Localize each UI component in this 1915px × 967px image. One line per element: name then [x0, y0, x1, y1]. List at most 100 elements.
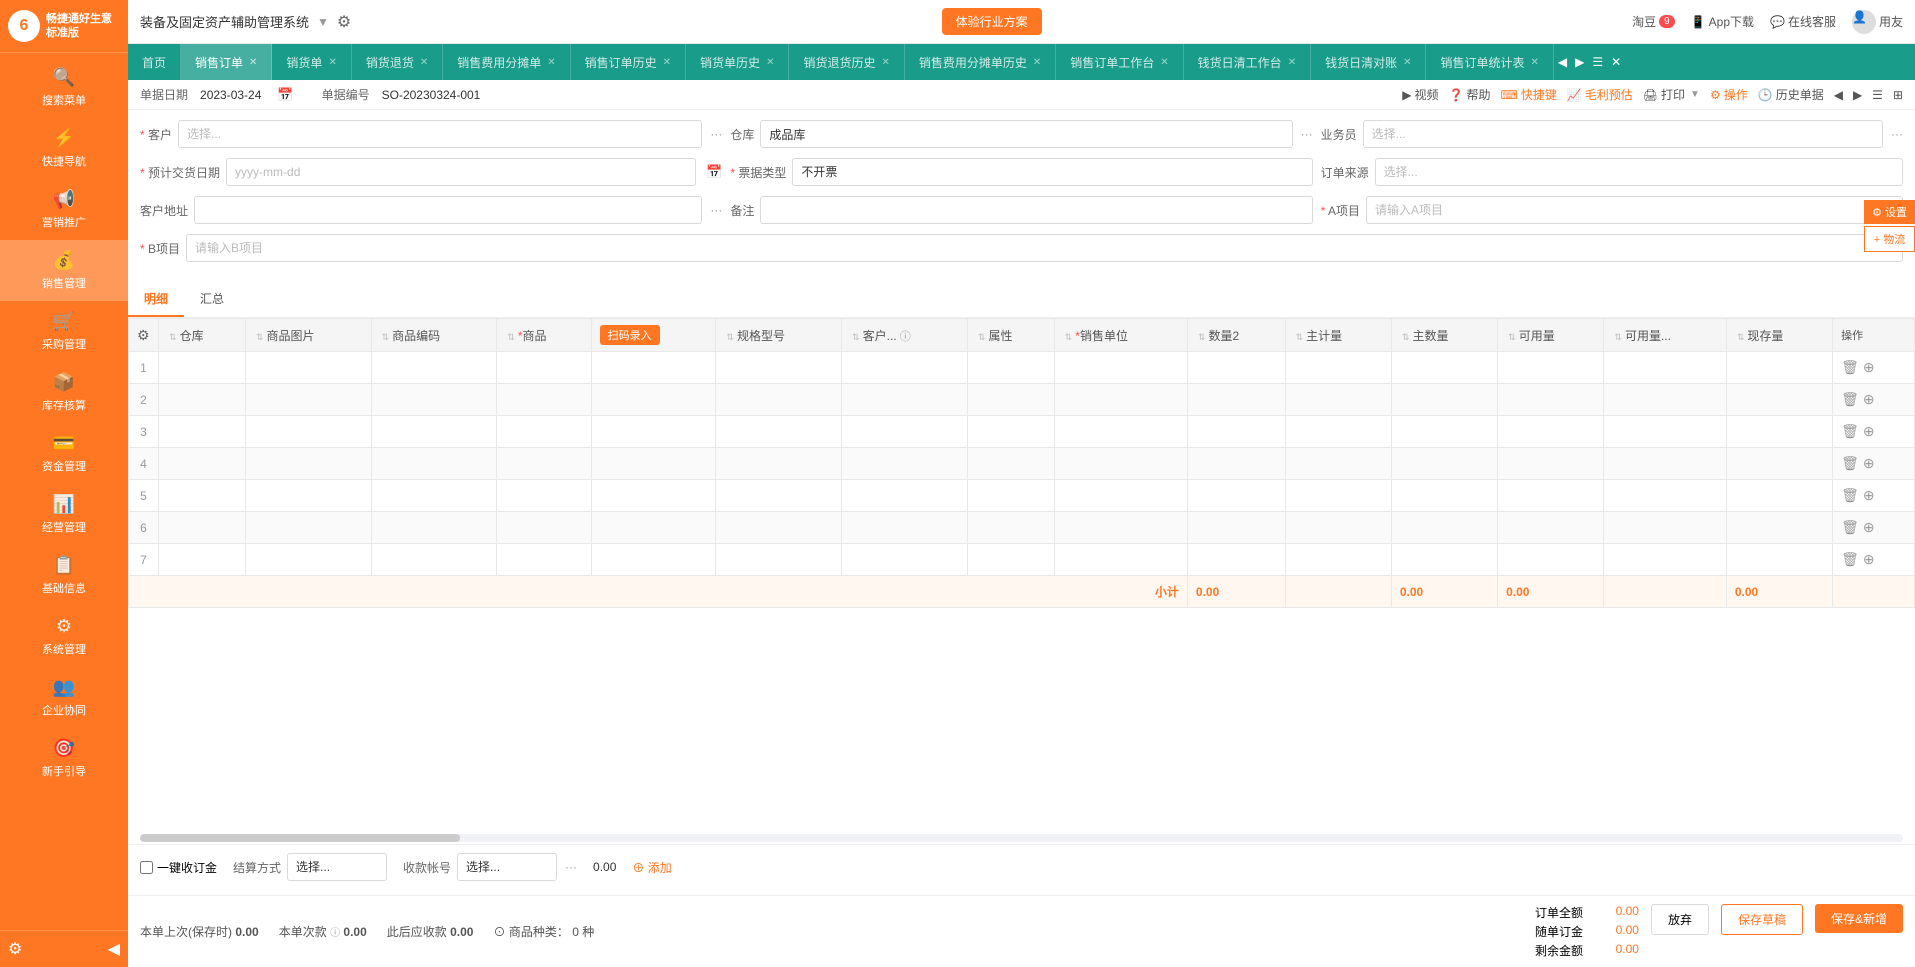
tab-home[interactable]: 首页: [128, 44, 181, 80]
row-1-sales-unit[interactable]: [1054, 352, 1187, 384]
row-6-scan[interactable]: [591, 512, 716, 544]
row-1-scan[interactable]: [591, 352, 716, 384]
row-4-product[interactable]: [497, 448, 591, 480]
row-1-product[interactable]: [497, 352, 591, 384]
tab-sales-invoice[interactable]: 销货单 ✕: [272, 44, 351, 80]
row-2-scan[interactable]: [591, 384, 716, 416]
sidebar-item-collab[interactable]: 👥 企业协同: [0, 667, 128, 728]
customer-more-icon[interactable]: ···: [710, 127, 722, 141]
row-3-product-code[interactable]: [371, 416, 497, 448]
row-7-qty2[interactable]: [1187, 544, 1285, 576]
sidebar-item-search[interactable]: 🔍 搜索菜单: [0, 57, 128, 118]
sidebar-settings-icon[interactable]: ⚙: [8, 939, 22, 959]
row-4-sales-unit[interactable]: [1054, 448, 1187, 480]
row-6-customer-code[interactable]: [842, 512, 968, 544]
row-3-spec[interactable]: [716, 416, 842, 448]
profit-estimate-btn[interactable]: 📈 毛利预估: [1567, 86, 1633, 103]
horizontal-scrollbar[interactable]: [140, 834, 1903, 842]
row-1-stock[interactable]: [1726, 352, 1832, 384]
row-2-product[interactable]: [497, 384, 591, 416]
row-6-available[interactable]: [1498, 512, 1604, 544]
row-1-main-qty[interactable]: [1391, 352, 1497, 384]
row-6-product[interactable]: [497, 512, 591, 544]
row-5-product-image[interactable]: [245, 480, 371, 512]
row-5-stock[interactable]: [1726, 480, 1832, 512]
order-source-input[interactable]: [1375, 158, 1903, 186]
row-3-delete-icon[interactable]: 🗑: [1841, 423, 1859, 440]
tab-sales-expense-close[interactable]: ✕: [547, 57, 555, 68]
row-6-available2[interactable]: [1604, 512, 1726, 544]
tab-sales-order-history[interactable]: 销售订单历史 ✕: [571, 44, 686, 80]
history-btn[interactable]: 🕒 历史单据: [1758, 86, 1824, 103]
row-6-spec[interactable]: [716, 512, 842, 544]
row-7-delete-icon[interactable]: 🗑: [1841, 551, 1859, 568]
row-5-product-code[interactable]: [371, 480, 497, 512]
row-2-copy-icon[interactable]: ⊕: [1863, 391, 1875, 408]
row-5-delete-icon[interactable]: 🗑: [1841, 487, 1859, 504]
row-2-attribute[interactable]: [967, 384, 1054, 416]
shortcut-btn[interactable]: ⌨ 快捷键: [1500, 86, 1556, 103]
row-7-available[interactable]: [1498, 544, 1604, 576]
tab-sales-order[interactable]: 销售订单 ✕: [181, 44, 272, 80]
row-7-stock[interactable]: [1726, 544, 1832, 576]
row-6-sales-unit[interactable]: [1054, 512, 1187, 544]
tab-sales-expense[interactable]: 销售费用分摊单 ✕: [443, 44, 570, 80]
sidebar-item-sales[interactable]: 💰 销售管理: [0, 240, 128, 301]
row-4-main-unit[interactable]: [1285, 448, 1391, 480]
row-2-delete-icon[interactable]: 🗑: [1841, 391, 1859, 408]
row-7-product[interactable]: [497, 544, 591, 576]
sidebar-item-guide[interactable]: 🎯 新手引导: [0, 728, 128, 789]
row-7-main-qty[interactable]: [1391, 544, 1497, 576]
row-5-qty2[interactable]: [1187, 480, 1285, 512]
sidebar-item-finance[interactable]: 💳 资金管理: [0, 423, 128, 484]
row-6-warehouse[interactable]: [159, 512, 246, 544]
delivery-date-input[interactable]: [226, 158, 696, 186]
row-6-main-unit[interactable]: [1285, 512, 1391, 544]
one-click-checkbox-label[interactable]: 一键收订金: [140, 859, 217, 876]
tab-sales-stats[interactable]: 销售订单统计表 ✕: [1426, 44, 1553, 80]
delivery-calendar-icon[interactable]: 📅: [706, 164, 722, 180]
tab-detail[interactable]: 明细: [128, 282, 184, 317]
help-btn[interactable]: ❓ 帮助: [1449, 86, 1491, 103]
row-4-customer-code[interactable]: [842, 448, 968, 480]
row-1-warehouse[interactable]: [159, 352, 246, 384]
row-7-customer-code[interactable]: [842, 544, 968, 576]
address-more-icon[interactable]: ···: [710, 203, 722, 217]
row-5-customer-code[interactable]: [842, 480, 968, 512]
online-support-btn[interactable]: 💬 在线客服: [1770, 13, 1836, 30]
tab-return-history-close[interactable]: ✕: [881, 57, 889, 68]
row-4-spec[interactable]: [716, 448, 842, 480]
row-7-main-unit[interactable]: [1285, 544, 1391, 576]
row-4-product-code[interactable]: [371, 448, 497, 480]
tab-summary[interactable]: 汇总: [184, 282, 240, 317]
row-2-stock[interactable]: [1726, 384, 1832, 416]
tab-sales-invoice-close[interactable]: ✕: [328, 57, 336, 68]
grid-view-icon[interactable]: ⊞: [1893, 88, 1903, 102]
row-3-main-qty[interactable]: [1391, 416, 1497, 448]
row-7-copy-icon[interactable]: ⊕: [1863, 551, 1875, 568]
add-payment-btn[interactable]: ⊕ 添加: [632, 859, 671, 876]
scan-btn[interactable]: 扫码录入: [600, 325, 660, 345]
invoice-type-select[interactable]: 不开票: [792, 158, 1312, 186]
calendar-icon[interactable]: 📅: [277, 87, 293, 103]
row-4-main-qty[interactable]: [1391, 448, 1497, 480]
tab-expense-history-close[interactable]: ✕: [1033, 57, 1041, 68]
tab-sales-return[interactable]: 销货退货 ✕: [352, 44, 443, 80]
tab-prev[interactable]: ◀: [1554, 55, 1571, 69]
sidebar-item-purchase[interactable]: 🛒 采购管理: [0, 301, 128, 362]
row-1-attribute[interactable]: [967, 352, 1054, 384]
tab-sales-order-history-close[interactable]: ✕: [663, 57, 671, 68]
video-btn[interactable]: ▶ 视频: [1402, 86, 1438, 103]
row-4-stock[interactable]: [1726, 448, 1832, 480]
nav-next-icon[interactable]: ▶: [1853, 88, 1862, 102]
row-3-attribute[interactable]: [967, 416, 1054, 448]
user-btn[interactable]: 👤 用友: [1852, 10, 1903, 34]
row-6-copy-icon[interactable]: ⊕: [1863, 519, 1875, 536]
row-4-delete-icon[interactable]: 🗑: [1841, 455, 1859, 472]
sidebar-item-marketing[interactable]: 📢 营销推广: [0, 179, 128, 240]
row-2-spec[interactable]: [716, 384, 842, 416]
tab-sales-stats-close[interactable]: ✕: [1531, 57, 1539, 68]
row-6-stock[interactable]: [1726, 512, 1832, 544]
tab-daily-reconcile[interactable]: 钱货日清对账 ✕: [1311, 44, 1426, 80]
operations-btn[interactable]: ⚙ 操作: [1710, 86, 1748, 103]
